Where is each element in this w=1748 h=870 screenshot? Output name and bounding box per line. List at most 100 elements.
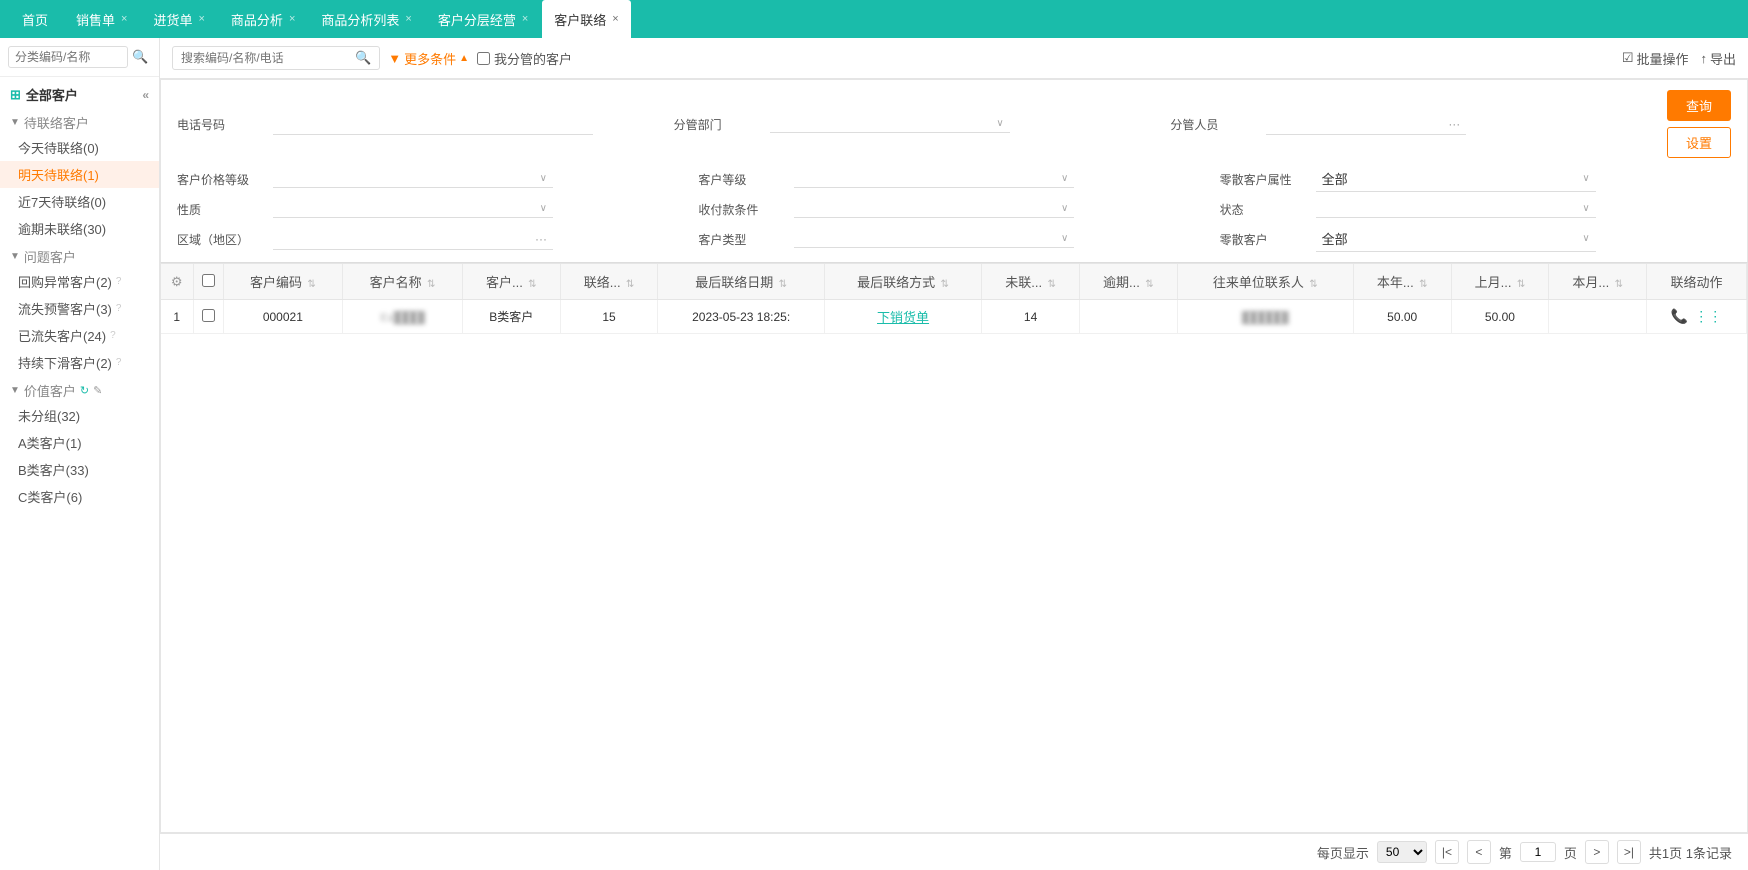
last-page-button[interactable]: >|	[1617, 840, 1641, 864]
th-unlinkd: 未联... ⇅	[982, 264, 1080, 300]
status-select[interactable]: ∨	[1316, 200, 1596, 218]
export-button[interactable]: ↑ 导出	[1700, 49, 1736, 68]
price-level-caret-icon: ∨	[540, 173, 547, 184]
nav-product-analysis[interactable]: 商品分析 ×	[219, 0, 307, 38]
row-last-contact-method-cell[interactable]: 下销货单	[824, 300, 981, 334]
sidebar-item-tomorrow-contact[interactable]: 明天待联络(1)	[0, 161, 159, 188]
my-customers-checkbox-label[interactable]: 我分管的客户	[477, 49, 572, 68]
region-select[interactable]: ···	[273, 229, 553, 250]
close-product-analysis-icon[interactable]: ×	[289, 13, 295, 25]
search-input[interactable]	[181, 51, 351, 65]
group-problem-customers[interactable]: ▼ 问题客户	[0, 242, 159, 268]
group-pending-contact[interactable]: ▼ 待联络客户	[0, 108, 159, 134]
sidebar-item-declining[interactable]: 持续下滑客户(2) ?	[0, 349, 159, 376]
contact-action-icon[interactable]: 📞	[1671, 308, 1688, 325]
close-sales-order-icon[interactable]: ×	[121, 13, 127, 25]
customer-level-select[interactable]: ∨	[794, 170, 1074, 188]
scatter-attr-caret-icon: ∨	[1582, 173, 1589, 184]
filter-arrow-icon: ▲	[459, 53, 469, 64]
my-customers-checkbox[interactable]	[477, 52, 490, 65]
close-customer-contact-icon[interactable]: ×	[612, 13, 618, 25]
th-contact-num: 联络... ⇅	[560, 264, 658, 300]
sidebar-item-overdue-contact[interactable]: 逾期未联络(30)	[0, 215, 159, 242]
nav-purchase-order[interactable]: 进货单 ×	[141, 0, 216, 38]
scatter-customer-label: 零散客户	[1220, 231, 1310, 248]
sidebar-item-class-b[interactable]: B类客户(33)	[0, 456, 159, 483]
close-purchase-order-icon[interactable]: ×	[198, 13, 204, 25]
sidebar-search-icon[interactable]: 🔍	[132, 49, 148, 65]
sort-icon10[interactable]: ⇅	[1419, 279, 1427, 290]
customer-type-select[interactable]: ∨	[794, 230, 1074, 248]
sidebar-item-7day-contact[interactable]: 近7天待联络(0)	[0, 188, 159, 215]
sidebar-item-ungrouped[interactable]: 未分组(32)	[0, 402, 159, 429]
row-checkbox-cell[interactable]	[193, 300, 223, 334]
select-all-checkbox[interactable]	[202, 274, 215, 287]
dept-select[interactable]: ∨	[770, 115, 1010, 133]
gear-icon[interactable]: ⚙	[171, 274, 183, 289]
sort-icon4[interactable]: ⇅	[626, 279, 634, 290]
scatter-customer-select[interactable]: 全部 ∨	[1316, 226, 1596, 252]
scatter-attr-select[interactable]: 全部 ∨	[1316, 166, 1596, 192]
edit-icon[interactable]: ✎	[93, 384, 102, 397]
th-gear[interactable]: ⚙	[161, 264, 193, 300]
sort-icon3[interactable]: ⇅	[528, 279, 536, 290]
sort-icon7[interactable]: ⇅	[1047, 279, 1055, 290]
setting-button[interactable]: 设置	[1667, 127, 1731, 158]
search-box: 🔍	[172, 46, 380, 70]
payment-caret-icon: ∨	[1061, 203, 1068, 214]
first-page-button[interactable]: |<	[1435, 840, 1459, 864]
page-number-input[interactable]	[1520, 842, 1556, 862]
sort-icon11[interactable]: ⇅	[1517, 279, 1525, 290]
person-ellipsis: ···	[1448, 117, 1460, 131]
sort-icon2[interactable]: ⇅	[427, 279, 435, 290]
nav-home[interactable]: 首页	[8, 0, 62, 38]
filter-col-person: 分管人员 ···	[1170, 114, 1657, 135]
nav-customer-contact[interactable]: 客户联络 ×	[542, 0, 630, 38]
nav-customer-tier[interactable]: 客户分层经营 ×	[426, 0, 540, 38]
filter-row-3: 性质 ∨ 收付款条件 ∨ 状态	[177, 200, 1731, 218]
customer-level-label: 客户等级	[698, 171, 788, 188]
nav-sales-order[interactable]: 销售单 ×	[64, 0, 139, 38]
nav-product-analysis-list[interactable]: 商品分析列表 ×	[309, 0, 423, 38]
sort-icon12[interactable]: ⇅	[1615, 279, 1623, 290]
customer-type-caret-icon: ∨	[1061, 233, 1068, 244]
search-icon[interactable]: 🔍	[355, 50, 371, 66]
next-page-button[interactable]: >	[1585, 840, 1609, 864]
sidebar-item-today-contact[interactable]: 今天待联络(0)	[0, 134, 159, 161]
sort-icon8[interactable]: ⇅	[1145, 279, 1153, 290]
price-level-select[interactable]: ∨	[273, 170, 553, 188]
payment-select[interactable]: ∨	[794, 200, 1074, 218]
close-product-analysis-list-icon[interactable]: ×	[405, 13, 411, 25]
person-select[interactable]: ···	[1266, 114, 1466, 135]
refresh-icon[interactable]: ↻	[80, 384, 89, 397]
batch-operation-button[interactable]: ☑ 批量操作	[1622, 49, 1689, 68]
all-customers-title[interactable]: ⊞ 全部客户 «	[0, 77, 159, 108]
status-label: 状态	[1220, 201, 1310, 218]
action-icons: 📞 ⋮⋮	[1655, 308, 1738, 325]
per-page-select[interactable]: 50 100 200	[1377, 841, 1427, 863]
close-customer-tier-icon[interactable]: ×	[522, 13, 528, 25]
sort-icon9[interactable]: ⇅	[1309, 279, 1317, 290]
more-action-icon[interactable]: ⋮⋮	[1694, 308, 1722, 325]
sort-icon[interactable]: ⇅	[307, 279, 315, 290]
phone-input[interactable]	[273, 114, 593, 135]
sidebar-item-class-c[interactable]: C类客户(6)	[0, 483, 159, 510]
sidebar-search-area: 🔍	[0, 38, 159, 77]
sidebar-search-input[interactable]	[8, 46, 128, 68]
th-checkbox[interactable]	[193, 264, 223, 300]
nature-select[interactable]: ∨	[273, 200, 553, 218]
row-checkbox[interactable]	[202, 309, 215, 322]
query-button[interactable]: 查询	[1667, 90, 1731, 121]
sidebar-item-repurchase-anomaly[interactable]: 回购异常客户(2) ?	[0, 268, 159, 295]
sort-icon5[interactable]: ⇅	[779, 279, 787, 290]
sidebar-item-churn-warning[interactable]: 流失预警客户(3) ?	[0, 295, 159, 322]
more-filter-button[interactable]: ▼ 更多条件 ▲	[388, 49, 469, 68]
collapse-icon[interactable]: «	[142, 88, 149, 102]
filter-icon: ▼	[388, 51, 401, 66]
sidebar-item-churned[interactable]: 已流失客户(24) ?	[0, 322, 159, 349]
prev-page-button[interactable]: <	[1467, 840, 1491, 864]
sidebar-item-class-a[interactable]: A类客户(1)	[0, 429, 159, 456]
sort-icon6[interactable]: ⇅	[941, 279, 949, 290]
row-this-month-cell	[1549, 300, 1647, 334]
group-value-customers[interactable]: ▼ 价值客户 ↻ ✎	[0, 376, 159, 402]
